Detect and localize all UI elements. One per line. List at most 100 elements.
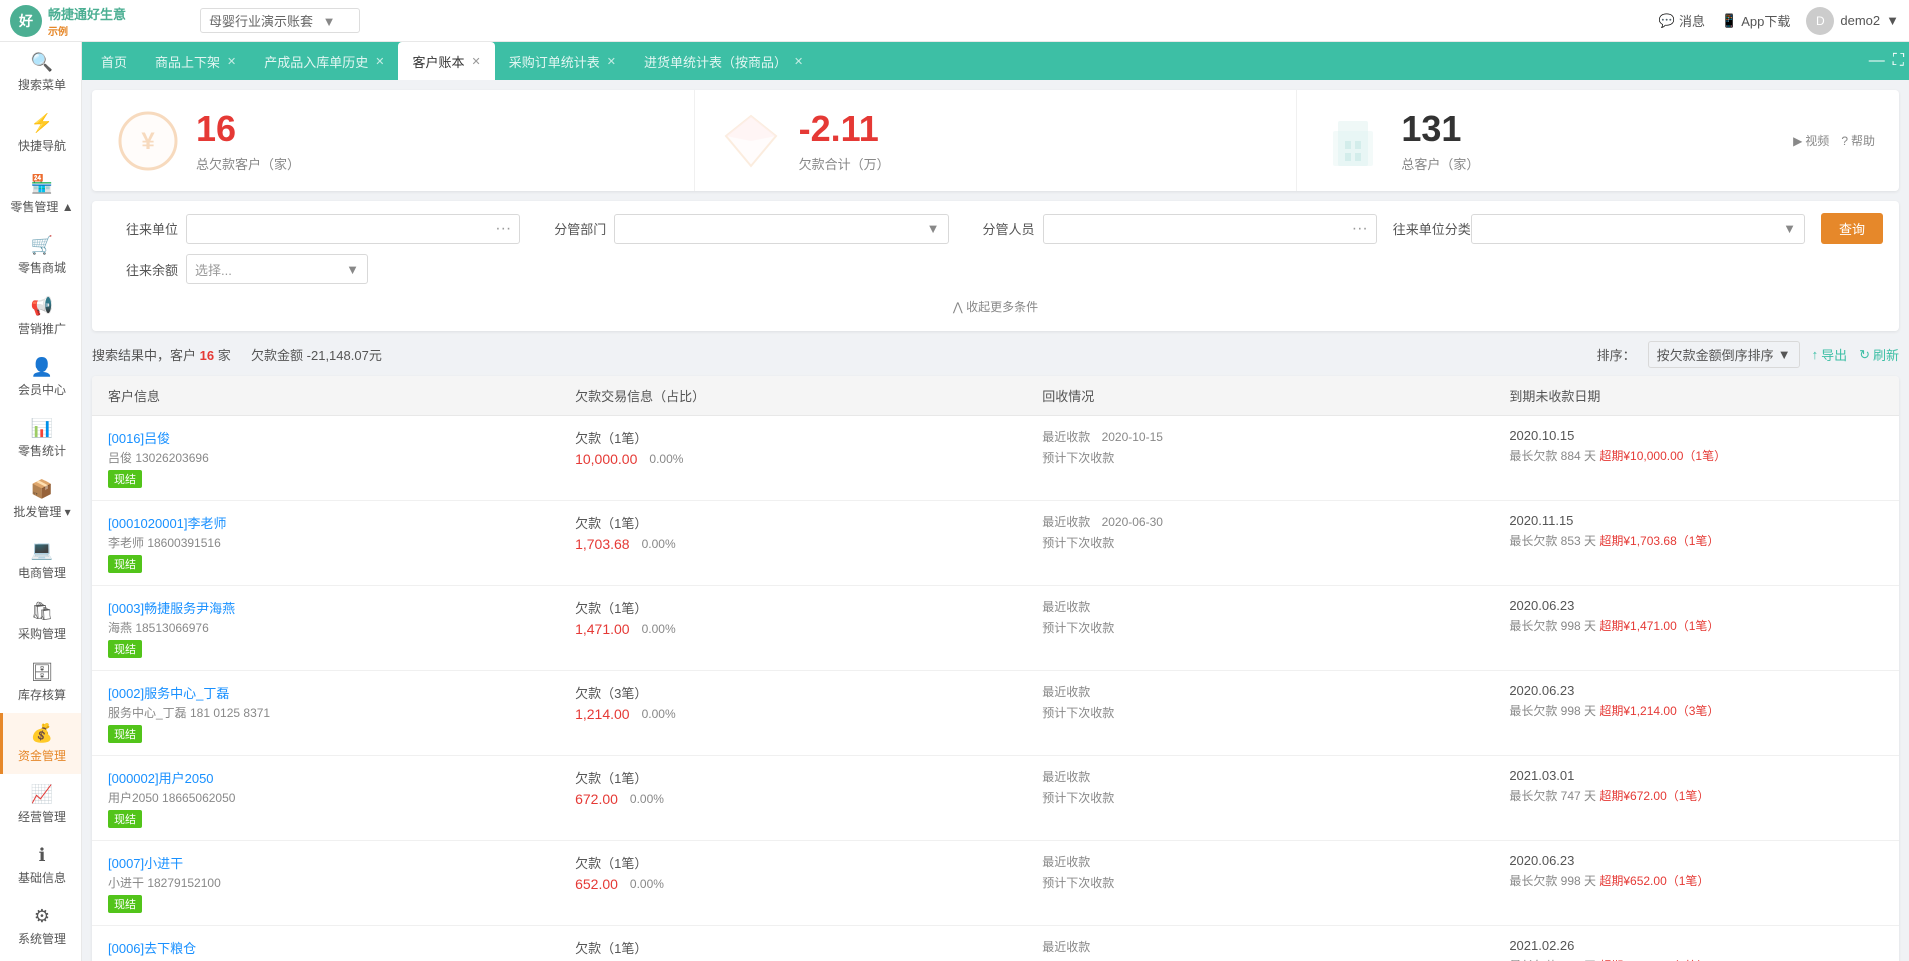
export-btn[interactable]: ↑ 导出 [1812, 345, 1848, 364]
balance-arrow-icon: ▼ [346, 262, 359, 277]
batch-icon: 📦 [3, 479, 81, 500]
customer-phone-3: 服务中心_丁磊 181 0125 8371 [108, 704, 575, 721]
refresh-btn[interactable]: ↻ 刷新 [1859, 345, 1899, 364]
unit-class-select[interactable]: ▼ [1471, 214, 1805, 244]
video-link[interactable]: ▶ 视频 [1793, 132, 1829, 149]
message-btn[interactable]: 💬 消息 [1659, 11, 1705, 30]
balance-select[interactable]: 选择... ▼ [186, 254, 368, 284]
search-icon: 🔍 [3, 52, 81, 73]
sidebar-item-quick-nav[interactable]: ⚡ 快捷导航 [0, 103, 81, 164]
tab-purchase-summary[interactable]: 采购订单统计表 ✕ [495, 42, 630, 80]
user-menu[interactable]: D demo2 ▼ [1806, 7, 1899, 35]
inventory-icon: 🗄 [3, 662, 81, 683]
data-table: 客户信息 欠款交易信息（占比） 回收情况 到期未收款日期 [0016]吕俊 吕俊… [92, 376, 1899, 961]
sidebar-item-ecom[interactable]: 💻 电商管理 [0, 530, 81, 591]
customer-cell-2: [0003]畅捷服务尹海燕 海燕 18513066976 现结 [108, 598, 575, 658]
sidebar-item-retail-stat[interactable]: 📊 零售统计 [0, 408, 81, 469]
sidebar-item-inventory[interactable]: 🗄 库存核算 [0, 652, 81, 713]
sidebar-item-search-menu[interactable]: 🔍 搜索菜单 [0, 42, 81, 103]
tab-home[interactable]: 首页 [87, 42, 141, 80]
customer-phone-2: 海燕 18513066976 [108, 619, 575, 636]
tab-inbound-summary[interactable]: 进货单统计表（按商品） ✕ [630, 42, 817, 80]
tab-close-purchase-summary[interactable]: ✕ [607, 55, 616, 68]
tab-product-history[interactable]: 产成品入库单历史 ✕ [250, 42, 398, 80]
sidebar-item-sys[interactable]: ⚙ 系统管理 [0, 896, 81, 957]
overdue-link-2[interactable]: 超期¥1,471.00（1笔） [1599, 619, 1719, 633]
stat-info-owed: 16 总欠款客户（家） [196, 108, 300, 173]
stat-card-total-customers: 131 总客户（家） ▶ 视频 ? 帮助 [1297, 90, 1899, 191]
debt-cell-3: 欠款（3笔） 1,214.00 0.00% [575, 683, 1042, 726]
customer-phone-4: 用户2050 18665062050 [108, 789, 575, 806]
dept-select[interactable]: ▼ [614, 214, 948, 244]
table-row: [0002]服务中心_丁磊 服务中心_丁磊 181 0125 8371 现结 欠… [92, 671, 1899, 756]
search-button[interactable]: 查询 [1821, 213, 1883, 244]
debt-cell-5: 欠款（1笔） 652.00 0.00% [575, 853, 1042, 896]
overdue-link-0[interactable]: 超期¥10,000.00（1笔） [1599, 449, 1726, 463]
customer-link-2[interactable]: [0003]畅捷服务尹海燕 [108, 598, 575, 617]
customer-unit-input[interactable]: ··· [186, 214, 520, 244]
sidebar-item-batch-mgmt[interactable]: 📦 批发管理 ▾ [0, 469, 81, 530]
tab-close-inbound-summary[interactable]: ✕ [794, 55, 803, 68]
debt-row-0: 欠款（1笔） [575, 428, 1042, 447]
collapse-filters-btn[interactable]: ⋀ 收起更多条件 [108, 294, 1883, 319]
tab-close-customer-account[interactable]: ✕ [472, 55, 481, 68]
sidebar-item-basic-info[interactable]: ℹ 基础信息 [0, 835, 81, 896]
due-cell-6: 2021.02.26 最长欠款 750 天 超期¥455.90（1笔） [1509, 938, 1883, 961]
sidebar-item-enterprise-collab[interactable]: 🤝 企业协同 [0, 957, 81, 961]
tab-maximize-btn[interactable]: ⛶ [1893, 52, 1904, 70]
customer-link-5[interactable]: [0007]小进干 [108, 853, 575, 872]
tab-minimize-btn[interactable]: — [1869, 52, 1885, 70]
overdue-link-4[interactable]: 超期¥672.00（1笔） [1599, 789, 1709, 803]
tab-product-shelf[interactable]: 商品上下架 ✕ [141, 42, 250, 80]
sidebar-item-finance[interactable]: 💰 资金管理 [0, 713, 81, 774]
customer-link-6[interactable]: [0006]去下粮仓 [108, 938, 575, 957]
app-wrapper: 好 畅捷通好生意 示例 母婴行业演示账套 ▼ 💬 消息 📱 App下载 D de… [0, 0, 1909, 961]
info-icon: ℹ [3, 845, 81, 866]
overdue-link-3[interactable]: 超期¥1,214.00（3笔） [1599, 704, 1719, 718]
purchase-icon: 🛍 [3, 601, 81, 622]
overdue-link-5[interactable]: 超期¥652.00（1笔） [1599, 874, 1709, 888]
sidebar-item-marketing[interactable]: 📢 营销推广 [0, 286, 81, 347]
sys-icon: ⚙ [3, 906, 81, 927]
filter-row-2: 往来余额 选择... ▼ [108, 254, 1883, 284]
header-debt-info: 欠款交易信息（占比） [575, 386, 1042, 405]
customer-link-1[interactable]: [0001020001]李老师 [108, 513, 575, 532]
results-text: 搜索结果中，客户 16 家 欠款金额 -21,148.07元 [92, 345, 382, 364]
sidebar-item-ops[interactable]: 📈 经营管理 [0, 774, 81, 835]
due-cell-0: 2020.10.15 最长欠款 884 天 超期¥10,000.00（1笔） [1509, 428, 1883, 464]
person-dots: ··· [1352, 220, 1368, 238]
person-input[interactable]: ··· [1043, 214, 1377, 244]
unit-class-label: 往来单位分类 [1393, 219, 1463, 238]
customer-cell-3: [0002]服务中心_丁磊 服务中心_丁磊 181 0125 8371 现结 [108, 683, 575, 743]
customer-phone-1: 李老师 18600391516 [108, 534, 575, 551]
customer-tag-3: 现结 [108, 725, 142, 743]
tab-close-product-shelf[interactable]: ✕ [227, 55, 236, 68]
customer-unit-dots: ··· [495, 220, 511, 238]
svg-text:¥: ¥ [141, 128, 155, 155]
customer-link-3[interactable]: [0002]服务中心_丁磊 [108, 683, 575, 702]
stat-icon-building [1321, 109, 1385, 173]
header-customer-info: 客户信息 [108, 386, 575, 405]
customer-link-4[interactable]: [000002]用户2050 [108, 768, 575, 787]
filter-dept: 分管部门 ▼ [536, 214, 948, 244]
sidebar-item-retail-mgmt[interactable]: 🏪 零售管理 ▲ [0, 164, 81, 225]
sidebar-item-purchase[interactable]: 🛍 采购管理 [0, 591, 81, 652]
stat-info-amount: -2.11 欠款合计（万） [799, 108, 890, 173]
tab-close-product-history[interactable]: ✕ [375, 55, 384, 68]
company-selector[interactable]: 母婴行业演示账套 ▼ [200, 8, 360, 33]
customer-link-0[interactable]: [0016]吕俊 [108, 428, 575, 447]
app-download-btn[interactable]: 📱 App下载 [1721, 11, 1790, 30]
main-layout: 🔍 搜索菜单 ⚡ 快捷导航 🏪 零售管理 ▲ 🛒 零售商城 📢 营销推广 👤 [0, 42, 1909, 961]
finance-icon: 💰 [3, 723, 81, 744]
sidebar-item-retail-mall[interactable]: 🛒 零售商城 [0, 225, 81, 286]
quick-nav-icon: ⚡ [3, 113, 81, 134]
tab-customer-account[interactable]: 客户账本 ✕ [398, 42, 494, 80]
total-customers-label: 总客户（家） [1401, 154, 1479, 173]
help-link[interactable]: ? 帮助 [1841, 132, 1875, 149]
sidebar-item-member[interactable]: 👤 会员中心 [0, 347, 81, 408]
overdue-link-1[interactable]: 超期¥1,703.68（1笔） [1599, 534, 1719, 548]
content-area: 首页 商品上下架 ✕ 产成品入库单历史 ✕ 客户账本 ✕ 采购订单统计表 ✕ [82, 42, 1909, 961]
sort-select[interactable]: 按欠款金额倒序排序 ▼ [1648, 341, 1800, 368]
stat-card-actions: ▶ 视频 ? 帮助 [1793, 132, 1875, 149]
filter-balance: 往来余额 选择... ▼ [108, 254, 368, 284]
